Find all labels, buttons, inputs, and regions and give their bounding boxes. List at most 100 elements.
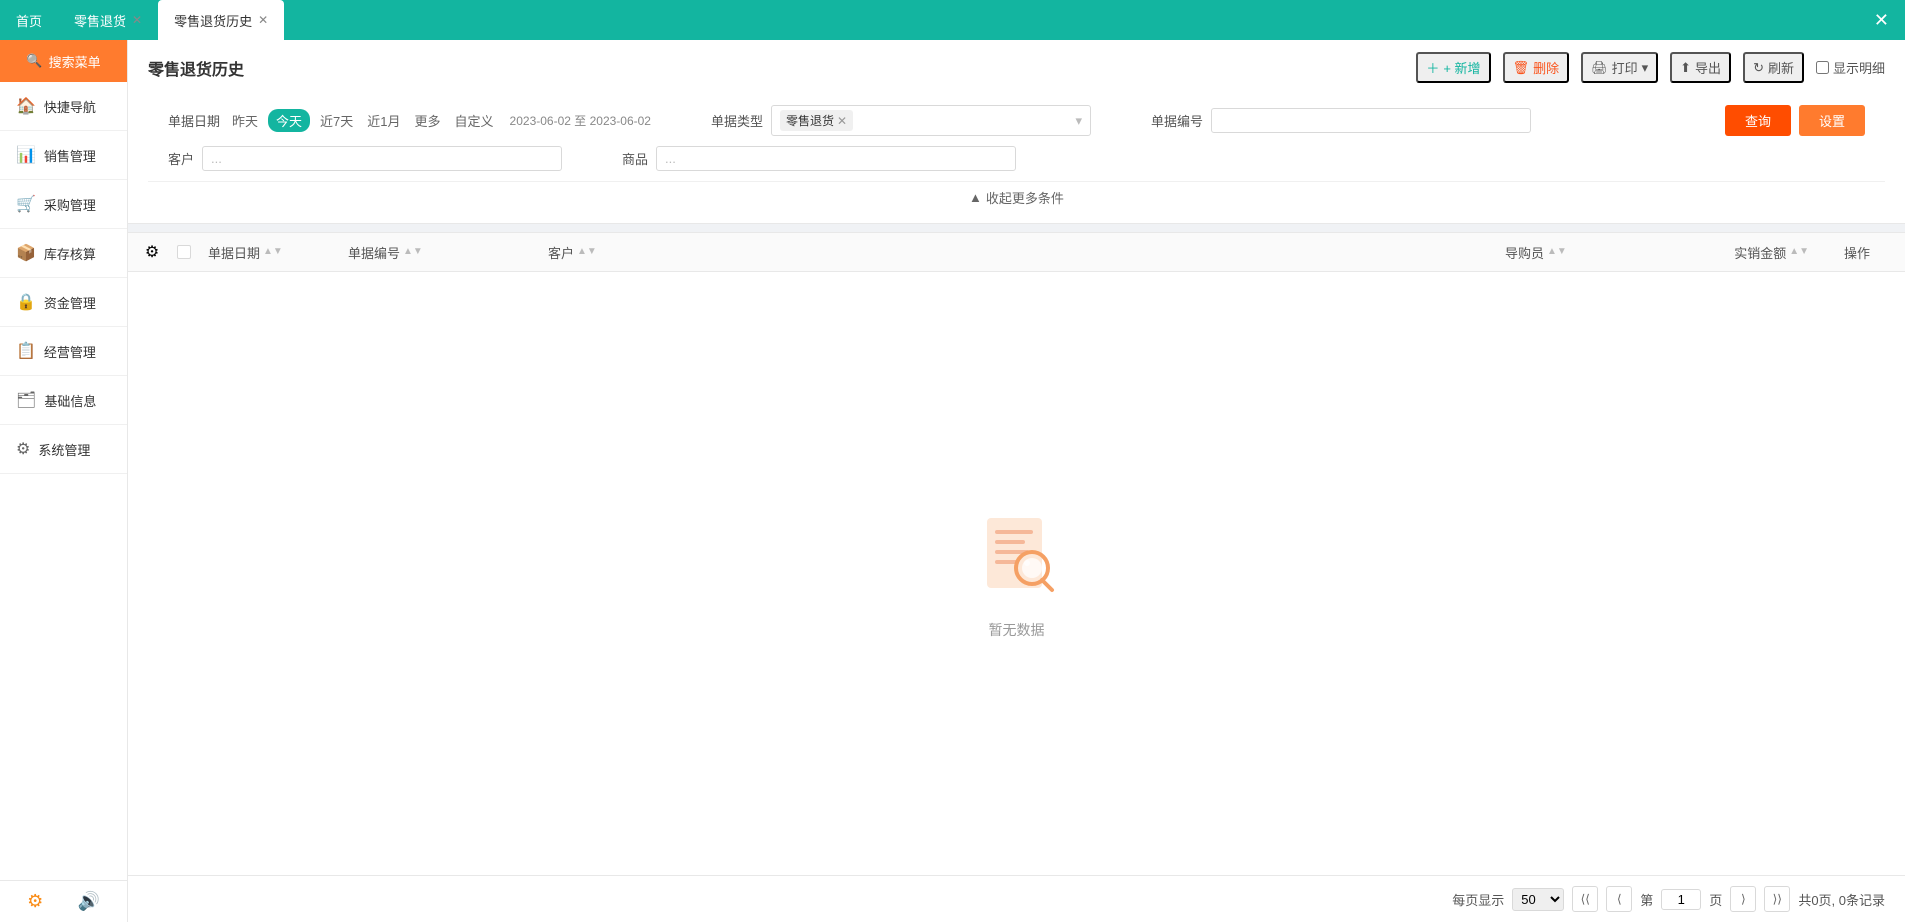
goods-filter-input[interactable]: ... [656,146,1016,171]
quick-nav-icon: 🏠 [16,96,36,116]
th-checkbox[interactable] [168,245,200,259]
next-page-btn[interactable]: ⟩ [1730,886,1756,912]
th-number[interactable]: 单据编号 ▲▼ [340,243,540,262]
settings-button[interactable]: 设置 [1799,105,1865,136]
sidebar-item-sales-mgmt[interactable]: 📊 销售管理 [0,131,127,180]
purchase-mgmt-icon: 🛒 [16,194,36,214]
audio-bottom-icon[interactable]: 🔊 [77,891,99,912]
tab-retail-return[interactable]: 零售退货 ✕ [58,0,158,40]
tab-home[interactable]: 首页 [0,0,58,40]
page-input[interactable] [1661,889,1701,910]
sidebar-bottom: ⚙ 🔊 [0,880,127,922]
sidebar-item-system-mgmt[interactable]: ⚙ 系统管理 [0,425,127,474]
number-filter-label: 单据编号 [1151,111,1203,130]
type-tag: 零售退货 ✕ [780,110,853,131]
export-button[interactable]: ⬆ 导出 [1670,52,1731,83]
inventory-icon: 📦 [16,243,36,263]
date-btn-1month[interactable]: 近1月 [363,109,404,132]
th-settings[interactable]: ⚙ [136,242,168,262]
date-btn-custom[interactable]: 自定义 [451,109,498,132]
header-checkbox[interactable] [177,245,191,259]
sort-date-icon: ▲▼ [263,247,283,257]
filter-row-2: 客户 ... 商品 ... [168,146,1865,171]
settings-bottom-icon[interactable]: ⚙ [27,891,43,912]
search-icon: 🔍 [26,53,42,69]
th-amount[interactable]: 实销金额 ▲▼ [1677,243,1817,262]
sales-mgmt-icon: 📊 [16,145,36,165]
tab-home-label: 首页 [16,11,42,30]
date-btn-7days[interactable]: 近7天 [316,109,357,132]
print-button[interactable]: 🖨 打印 ▾ [1581,52,1658,83]
filter-area: 单据日期 昨天 今天 近7天 近1月 更多 自定义 2023-06-02 至 2… [148,95,1885,223]
new-button[interactable]: ＋ + 新增 [1416,52,1490,83]
date-range-value: 2023-06-02 至 2023-06-02 [510,112,651,129]
sidebar-item-quick-nav-label: 快捷导航 [44,97,96,116]
page-header: 零售退货历史 ＋ + 新增 🗑 删除 🖨 打印 ▾ [128,40,1905,224]
sort-guide-icon: ▲▼ [1547,247,1567,257]
filter-goods: 商品 ... [622,146,1016,171]
filter-customer: 客户 ... [168,146,562,171]
tab-retail-return-label: 零售退货 [74,11,126,30]
th-customer[interactable]: 客户 ▲▼ [540,243,1497,262]
prev-page-btn[interactable]: ⟨ [1606,886,1632,912]
th-guide-label: 导购员 [1505,243,1544,262]
first-page-btn[interactable]: ⟨⟨ [1572,886,1598,912]
page-label-after: 页 [1709,890,1722,909]
type-tag-close[interactable]: ✕ [837,114,847,128]
sidebar-item-system-mgmt-label: 系统管理 [38,440,90,459]
total-label: 共0页, 0条记录 [1798,890,1885,909]
type-select-dropdown-icon: ▾ [1075,113,1082,129]
sidebar: 🔍 搜索菜单 🏠 快捷导航 📊 销售管理 🛒 采购管理 📦 库存核算 🔒 资金管… [0,40,128,922]
last-page-btn[interactable]: ⟩⟩ [1764,886,1790,912]
th-date[interactable]: 单据日期 ▲▼ [200,243,340,262]
filter-number: 单据编号 [1151,108,1531,133]
refresh-icon: ↻ [1753,60,1764,76]
date-btn-more[interactable]: 更多 [411,109,445,132]
sidebar-item-inventory[interactable]: 📦 库存核算 [0,229,127,278]
pagination: 每页显示 50 100 200 ⟨⟨ ⟨ 第 页 ⟩ ⟩⟩ 共0页, 0条记录 [128,875,1905,922]
finance-mgmt-icon: 🔒 [16,292,36,312]
new-label: + 新增 [1443,58,1480,77]
customer-filter-input[interactable]: ... [202,146,562,171]
show-detail-container: 显示明细 [1816,58,1885,77]
tab-retail-return-history[interactable]: 零售退货历史 ✕ [158,0,284,40]
sidebar-item-finance-mgmt-label: 资金管理 [44,293,96,312]
empty-illustration [967,508,1067,608]
th-amount-label: 实销金额 [1734,243,1786,262]
settings-col-icon: ⚙ [145,242,159,262]
tab-retail-return-close[interactable]: ✕ [132,13,142,27]
delete-icon: 🗑 [1513,60,1530,76]
th-action-label: 操作 [1844,243,1870,262]
sort-amount-icon: ▲▼ [1789,247,1809,257]
query-button[interactable]: 查询 [1725,105,1791,136]
sidebar-item-inventory-label: 库存核算 [44,244,96,263]
sidebar-item-finance-mgmt[interactable]: 🔒 资金管理 [0,278,127,327]
date-filter-label: 单据日期 [168,111,220,130]
sidebar-search[interactable]: 🔍 搜索菜单 [0,40,127,82]
collapse-button[interactable]: ▲ 收起更多条件 [969,188,1064,207]
page-title-row: 零售退货历史 ＋ + 新增 🗑 删除 🖨 打印 ▾ [148,52,1885,83]
date-btn-today[interactable]: 今天 [268,109,310,132]
goods-placeholder: ... [665,151,676,166]
type-filter-select[interactable]: 零售退货 ✕ ▾ [771,105,1091,136]
page-size-select[interactable]: 50 100 200 [1512,888,1564,911]
sidebar-item-purchase-mgmt[interactable]: 🛒 采购管理 [0,180,127,229]
th-guide[interactable]: 导购员 ▲▼ [1497,243,1677,262]
date-btn-yesterday[interactable]: 昨天 [228,109,262,132]
page-size-label: 每页显示 [1452,890,1504,909]
refresh-button[interactable]: ↻ 刷新 [1743,52,1804,83]
tab-retail-return-history-close[interactable]: ✕ [258,13,268,27]
show-detail-checkbox[interactable] [1816,61,1829,74]
window-close-icon[interactable]: ✕ [1874,10,1889,31]
sidebar-item-operation-mgmt[interactable]: 📋 经营管理 [0,327,127,376]
delete-button[interactable]: 🗑 删除 [1503,52,1570,83]
sidebar-item-quick-nav[interactable]: 🏠 快捷导航 [0,82,127,131]
sidebar-item-basic-info[interactable]: 🗂 基础信息 [0,376,127,425]
sidebar-item-purchase-mgmt-label: 采购管理 [44,195,96,214]
main-layout: 🔍 搜索菜单 🏠 快捷导航 📊 销售管理 🛒 采购管理 📦 库存核算 🔒 资金管… [0,40,1905,922]
print-dropdown-icon: ▾ [1642,60,1649,76]
number-filter-input[interactable] [1211,108,1531,133]
content-area: 零售退货历史 ＋ + 新增 🗑 删除 🖨 打印 ▾ [128,40,1905,922]
topbar-right: ✕ [1874,10,1889,31]
filter-type: 单据类型 零售退货 ✕ ▾ [711,105,1091,136]
